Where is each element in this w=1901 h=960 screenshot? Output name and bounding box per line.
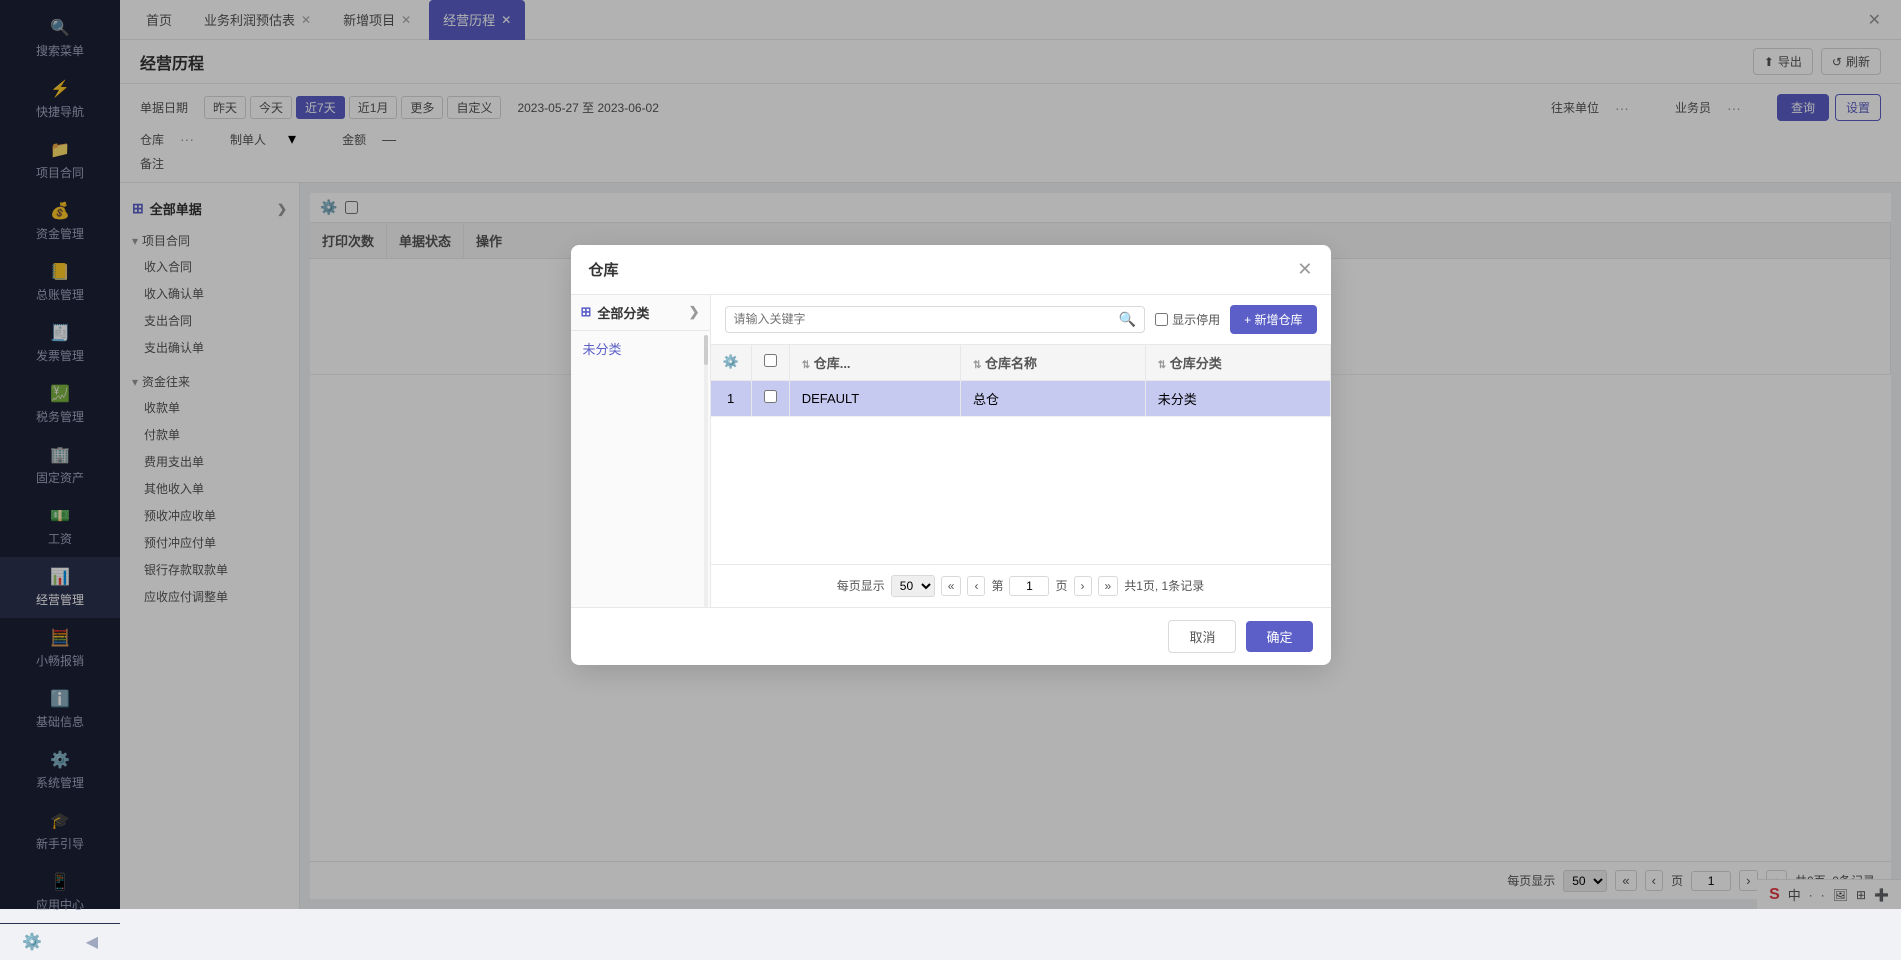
search-icon: 🔍 — [1119, 311, 1136, 328]
grid-icon: ⊞ — [581, 304, 592, 320]
modal-pagination: 每页显示 50 « ‹ 第 页 › » 共1页, 1条记录 — [711, 564, 1331, 607]
modal-body: ⊞ 全部分类 ❯ 未分类 🔍 — [571, 295, 1331, 607]
sort-icon: ⇅ — [802, 360, 810, 371]
modal-collapse-btn[interactable]: ❯ — [689, 304, 700, 320]
modal-footer: 取消 确定 — [571, 607, 1331, 665]
modal-overlay: 仓库 ✕ ⊞ 全部分类 ❯ 未分类 — [0, 0, 1901, 909]
modal-search-box: 🔍 — [725, 306, 1146, 333]
row-name: 总仓 — [961, 380, 1146, 416]
modal-per-page-label: 每页显示 — [837, 577, 885, 594]
sort-icon: ⇅ — [1158, 360, 1166, 371]
modal-title: 仓库 — [589, 259, 619, 280]
modal-search-input[interactable] — [734, 312, 1113, 326]
modal-category-unclassified[interactable]: 未分类 — [571, 331, 710, 366]
confirm-button[interactable]: 确定 — [1246, 621, 1312, 652]
modal-last-page-btn[interactable]: » — [1098, 576, 1119, 596]
add-warehouse-button[interactable]: + 新增仓库 — [1230, 305, 1316, 334]
modal-page-unit: 页 — [1055, 577, 1067, 594]
modal-page-label: 第 — [991, 577, 1003, 594]
modal-next-page-btn[interactable]: › — [1074, 576, 1092, 596]
modal-warehouse-table: ⚙️ ⇅ 仓库... ⇅ 仓库名称 — [711, 345, 1331, 564]
modal-toolbar: 🔍 显示停用 + 新增仓库 — [711, 295, 1331, 345]
show-disabled-label: 显示停用 — [1155, 311, 1220, 328]
th-checkbox — [751, 345, 789, 381]
row-index: 1 — [711, 380, 752, 416]
th-code: ⇅ 仓库... — [789, 345, 960, 381]
collapse-sidebar-icon[interactable]: ◀ — [86, 932, 98, 952]
scrollbar-thumb[interactable] — [704, 335, 708, 365]
show-disabled-checkbox[interactable] — [1155, 313, 1168, 326]
modal-category-title: 全部分类 — [597, 303, 649, 322]
th-settings: ⚙️ — [711, 345, 752, 381]
settings-icon[interactable]: ⚙️ — [22, 932, 42, 952]
sort-icon: ⇅ — [973, 360, 981, 371]
sidebar-bottom: ⚙️ ◀ — [0, 923, 120, 960]
modal-total-info: 共1页, 1条记录 — [1124, 577, 1204, 594]
warehouse-modal: 仓库 ✕ ⊞ 全部分类 ❯ 未分类 — [571, 245, 1331, 665]
modal-header: 仓库 ✕ — [571, 245, 1331, 295]
cancel-button[interactable]: 取消 — [1168, 620, 1236, 653]
table-row[interactable]: 1 DEFAULT 总仓 未分类 — [711, 380, 1331, 416]
modal-per-page-select[interactable]: 50 — [891, 575, 935, 597]
modal-category-header: ⊞ 全部分类 ❯ — [571, 295, 710, 331]
th-select-all[interactable] — [764, 354, 777, 367]
row-category: 未分类 — [1145, 380, 1330, 416]
modal-right-panel: 🔍 显示停用 + 新增仓库 ⚙️ — [711, 295, 1331, 607]
modal-left-panel: ⊞ 全部分类 ❯ 未分类 — [571, 295, 711, 607]
th-category: ⇅ 仓库分类 — [1145, 345, 1330, 381]
modal-first-page-btn[interactable]: « — [941, 576, 962, 596]
scrollbar — [704, 335, 708, 607]
modal-page-input[interactable] — [1009, 576, 1049, 596]
modal-prev-page-btn[interactable]: ‹ — [967, 576, 985, 596]
th-name: ⇅ 仓库名称 — [961, 345, 1146, 381]
modal-close-button[interactable]: ✕ — [1297, 259, 1312, 280]
row-select-checkbox[interactable] — [764, 390, 777, 403]
row-checkbox — [751, 380, 789, 416]
row-code: DEFAULT — [789, 380, 960, 416]
